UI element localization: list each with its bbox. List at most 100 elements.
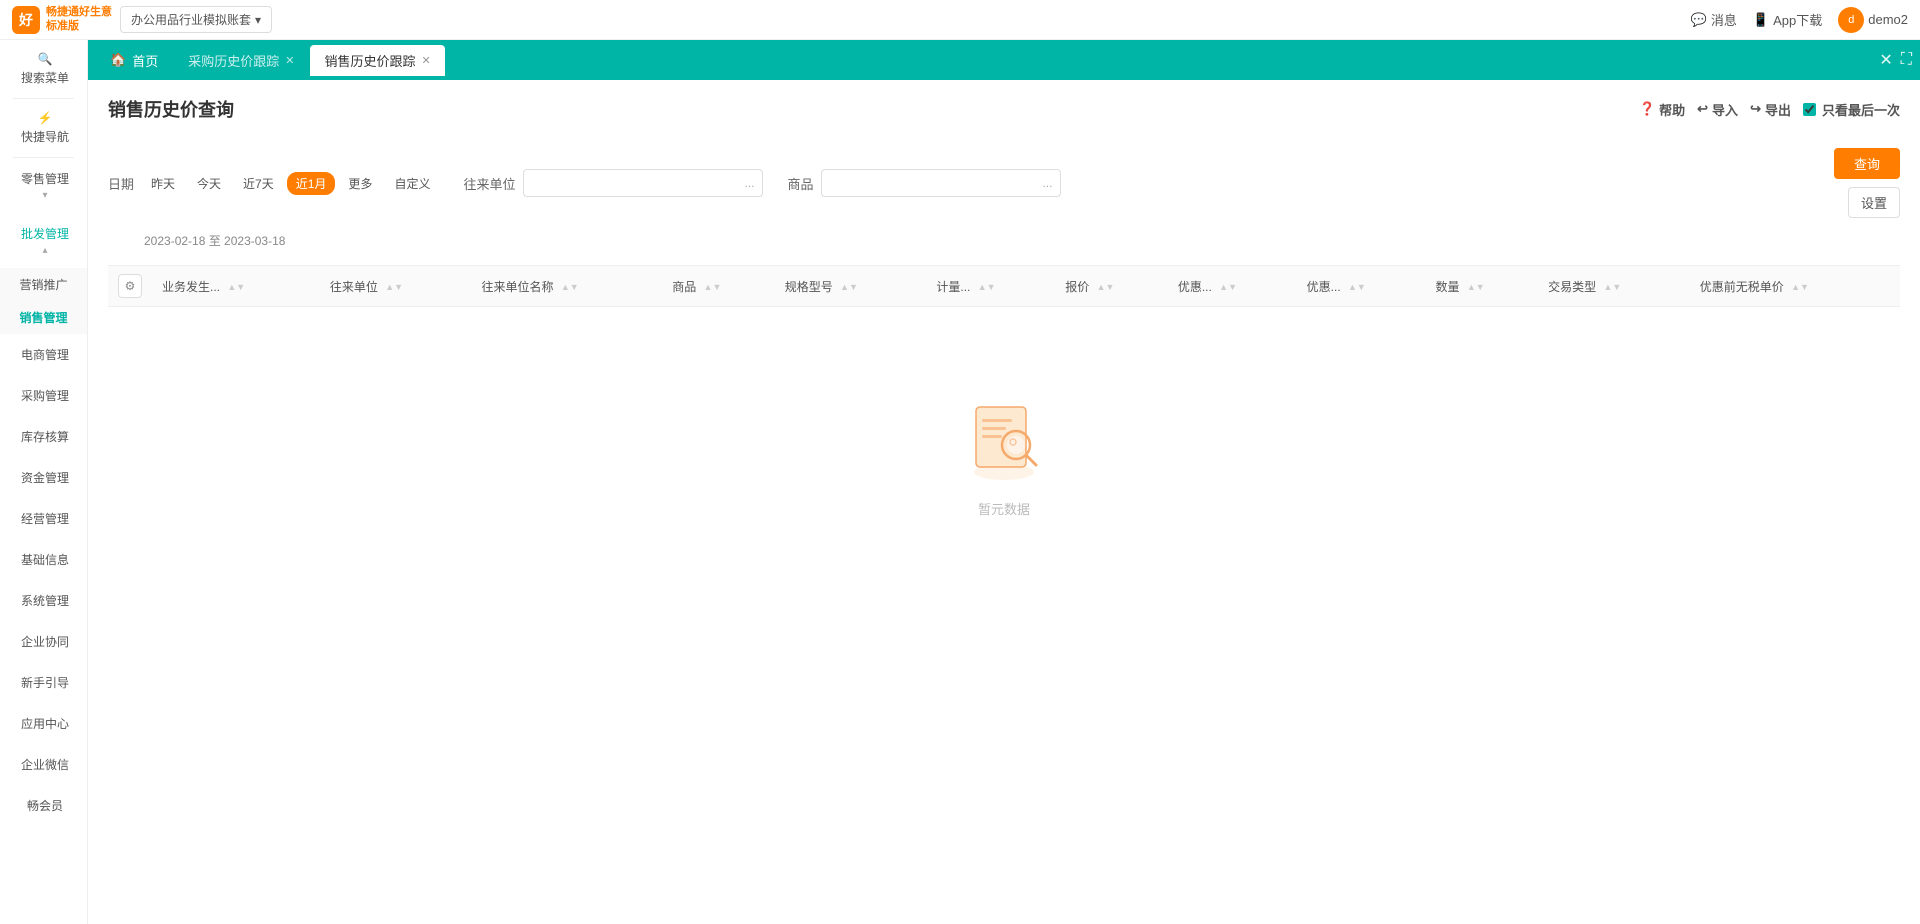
product-filter-group: 商品 ...: [787, 169, 1061, 197]
content-area: 🏠 首页 采购历史价跟踪 ✕ 销售历史价跟踪 ✕ ✕ ⛶: [88, 40, 1920, 924]
sidebar-item-vip[interactable]: 畅会员: [0, 785, 87, 826]
top-bar-left: 好 畅捷通好生意 标准版 办公用品行业模拟账套 ▾: [12, 6, 272, 34]
table-settings-button[interactable]: ⚙: [118, 274, 142, 298]
col-pre-tax[interactable]: 优惠前无税单价 ▲▼: [1690, 266, 1900, 307]
col-spec[interactable]: 规格型号 ▲▼: [775, 266, 927, 307]
sidebar-item-marketing[interactable]: 营销推广: [0, 268, 87, 301]
sidebar-item-quick-nav[interactable]: ⚡ 快捷导航: [0, 99, 87, 157]
page-title-actions: ❓ 帮助 ↩ 导入 ↪ 导出 只看最后一次: [1639, 100, 1900, 119]
username: demo2: [1868, 12, 1908, 27]
col-unit[interactable]: 计量... ▲▼: [926, 266, 1055, 307]
sidebar-item-basic[interactable]: 基础信息: [0, 539, 87, 580]
filter-bar: 日期 昨天 今天 近7天 近1月 更多 自定义: [108, 138, 1900, 265]
maximize-icon[interactable]: ⛶: [1901, 51, 1912, 69]
date-option-1month[interactable]: 近1月: [287, 172, 336, 195]
minimize-icon[interactable]: ✕: [1879, 50, 1892, 70]
date-option-today[interactable]: 今天: [188, 172, 230, 195]
sidebar-item-corp-wechat[interactable]: 企业微信: [0, 744, 87, 785]
help-icon: ❓: [1639, 101, 1655, 117]
search-icon: 🔍: [38, 52, 53, 66]
col-trade-type[interactable]: 交易类型 ▲▼: [1538, 266, 1690, 307]
sort-icons: ▲▼: [704, 282, 722, 292]
date-label: 日期: [108, 174, 134, 193]
col-discount1[interactable]: 优惠... ▲▼: [1168, 266, 1297, 307]
sidebar-item-app-center[interactable]: 应用中心: [0, 703, 87, 744]
sort-icons: ▲▼: [561, 282, 579, 292]
empty-text: 暂元数据: [978, 499, 1030, 518]
app-container: 好 畅捷通好生意 标准版 办公用品行业模拟账套 ▾ 💬 消息 📱 App下载: [0, 0, 1920, 924]
sidebar-item-finance[interactable]: 资金管理: [0, 457, 87, 498]
view-last-checkbox[interactable]: [1803, 103, 1816, 116]
page-header: 销售历史价查询 ❓ 帮助 ↩ 导入 ↪ 导出: [108, 96, 1900, 122]
partner-input[interactable]: ...: [523, 169, 763, 197]
date-option-7days[interactable]: 近7天: [234, 172, 283, 195]
col-quote[interactable]: 报价 ▲▼: [1055, 266, 1168, 307]
product-input[interactable]: ...: [821, 169, 1061, 197]
col-biz-date[interactable]: 业务发生... ▲▼: [152, 266, 320, 307]
sidebar-item-purchase[interactable]: 采购管理: [0, 375, 87, 416]
tab-bar: 🏠 首页 采购历史价跟踪 ✕ 销售历史价跟踪 ✕ ✕ ⛶: [88, 40, 1920, 80]
date-option-more[interactable]: 更多: [339, 172, 381, 195]
app-download-nav[interactable]: 📱 App下载: [1753, 10, 1822, 29]
sidebar-item-system[interactable]: 系统管理: [0, 580, 87, 621]
sidebar-item-retail[interactable]: 零售管理 ▾: [0, 158, 87, 213]
export-icon: ↪: [1750, 101, 1761, 117]
sort-icons: ▲▼: [227, 282, 245, 292]
sort-icons: ▲▼: [1219, 282, 1237, 292]
tab-purchase-history[interactable]: 采购历史价跟踪 ✕: [174, 45, 308, 76]
partner-label: 往来单位: [463, 174, 515, 193]
sort-icons: ▲▼: [840, 282, 858, 292]
sidebar-item-search-menu[interactable]: 🔍 搜索菜单: [0, 40, 87, 98]
close-icon[interactable]: ✕: [421, 54, 430, 67]
empty-icon: [954, 387, 1054, 487]
import-action[interactable]: ↩ 导入: [1697, 100, 1738, 119]
col-partner-name[interactable]: 往来单位名称 ▲▼: [472, 266, 663, 307]
sidebar-item-wholesale[interactable]: 批发管理 ▴: [0, 213, 87, 268]
user-menu[interactable]: d demo2: [1838, 7, 1908, 33]
top-bar: 好 畅捷通好生意 标准版 办公用品行业模拟账套 ▾ 💬 消息 📱 App下载: [0, 0, 1920, 40]
nav-icon: ⚡: [38, 111, 53, 125]
page-content: 销售历史价查询 ❓ 帮助 ↩ 导入 ↪ 导出: [88, 80, 1920, 924]
sidebar-sub-group: 营销推广 销售管理: [0, 268, 87, 334]
workspace-selector[interactable]: 办公用品行业模拟账套 ▾: [120, 6, 272, 33]
phone-icon: 📱: [1753, 12, 1769, 28]
chevron-up-icon: ▴: [42, 245, 47, 256]
product-label: 商品: [787, 174, 813, 193]
col-product[interactable]: 商品 ▲▼: [662, 266, 775, 307]
home-icon: 🏠: [110, 52, 126, 68]
date-option-yesterday[interactable]: 昨天: [142, 172, 184, 195]
tab-home[interactable]: 🏠 首页: [96, 45, 172, 76]
partner-input-dots[interactable]: ...: [744, 176, 754, 190]
setting-button[interactable]: 设置: [1848, 187, 1900, 218]
col-partner-code[interactable]: 往来单位 ▲▼: [320, 266, 472, 307]
help-action[interactable]: ❓ 帮助: [1639, 100, 1685, 119]
filter-row: 日期 昨天 今天 近7天 近1月 更多 自定义: [108, 148, 1900, 218]
main-layout: 🔍 搜索菜单 ⚡ 快捷导航 零售管理 ▾ 批发管理 ▴ 营销推广: [0, 40, 1920, 924]
col-quantity[interactable]: 数量 ▲▼: [1426, 266, 1539, 307]
sort-icons: ▲▼: [1791, 282, 1809, 292]
sidebar-item-inventory[interactable]: 库存核算: [0, 416, 87, 457]
date-options: 昨天 今天 近7天 近1月 更多 自定义: [142, 172, 439, 195]
product-input-dots[interactable]: ...: [1042, 176, 1052, 190]
date-option-custom[interactable]: 自定义: [385, 172, 439, 195]
sidebar-item-enterprise[interactable]: 企业协同: [0, 621, 87, 662]
sidebar-item-ecommerce[interactable]: 电商管理: [0, 334, 87, 375]
sort-icons: ▲▼: [1348, 282, 1366, 292]
tab-sales-history[interactable]: 销售历史价跟踪 ✕: [310, 45, 444, 76]
workspace-name: 办公用品行业模拟账套: [131, 11, 251, 28]
export-action[interactable]: ↪ 导出: [1750, 100, 1791, 119]
logo-area: 好 畅捷通好生意 标准版: [12, 6, 112, 34]
table-header-row: ⚙ 业务发生... ▲▼ 往来单位 ▲▼ 往来单位名称: [108, 266, 1900, 307]
sidebar-item-sales[interactable]: 销售管理: [0, 301, 87, 334]
sort-icons: ▲▼: [1467, 282, 1485, 292]
close-icon[interactable]: ✕: [285, 54, 294, 67]
query-button[interactable]: 查询: [1834, 148, 1900, 179]
sort-icons: ▲▼: [1097, 282, 1115, 292]
avatar: d: [1838, 7, 1864, 33]
sidebar: 🔍 搜索菜单 ⚡ 快捷导航 零售管理 ▾ 批发管理 ▴ 营销推广: [0, 40, 88, 924]
sidebar-item-newbie[interactable]: 新手引导: [0, 662, 87, 703]
chevron-down-icon: ▾: [42, 190, 47, 201]
message-nav[interactable]: 💬 消息: [1691, 10, 1737, 29]
col-discount2[interactable]: 优惠... ▲▼: [1297, 266, 1426, 307]
sidebar-item-operation[interactable]: 经营管理: [0, 498, 87, 539]
